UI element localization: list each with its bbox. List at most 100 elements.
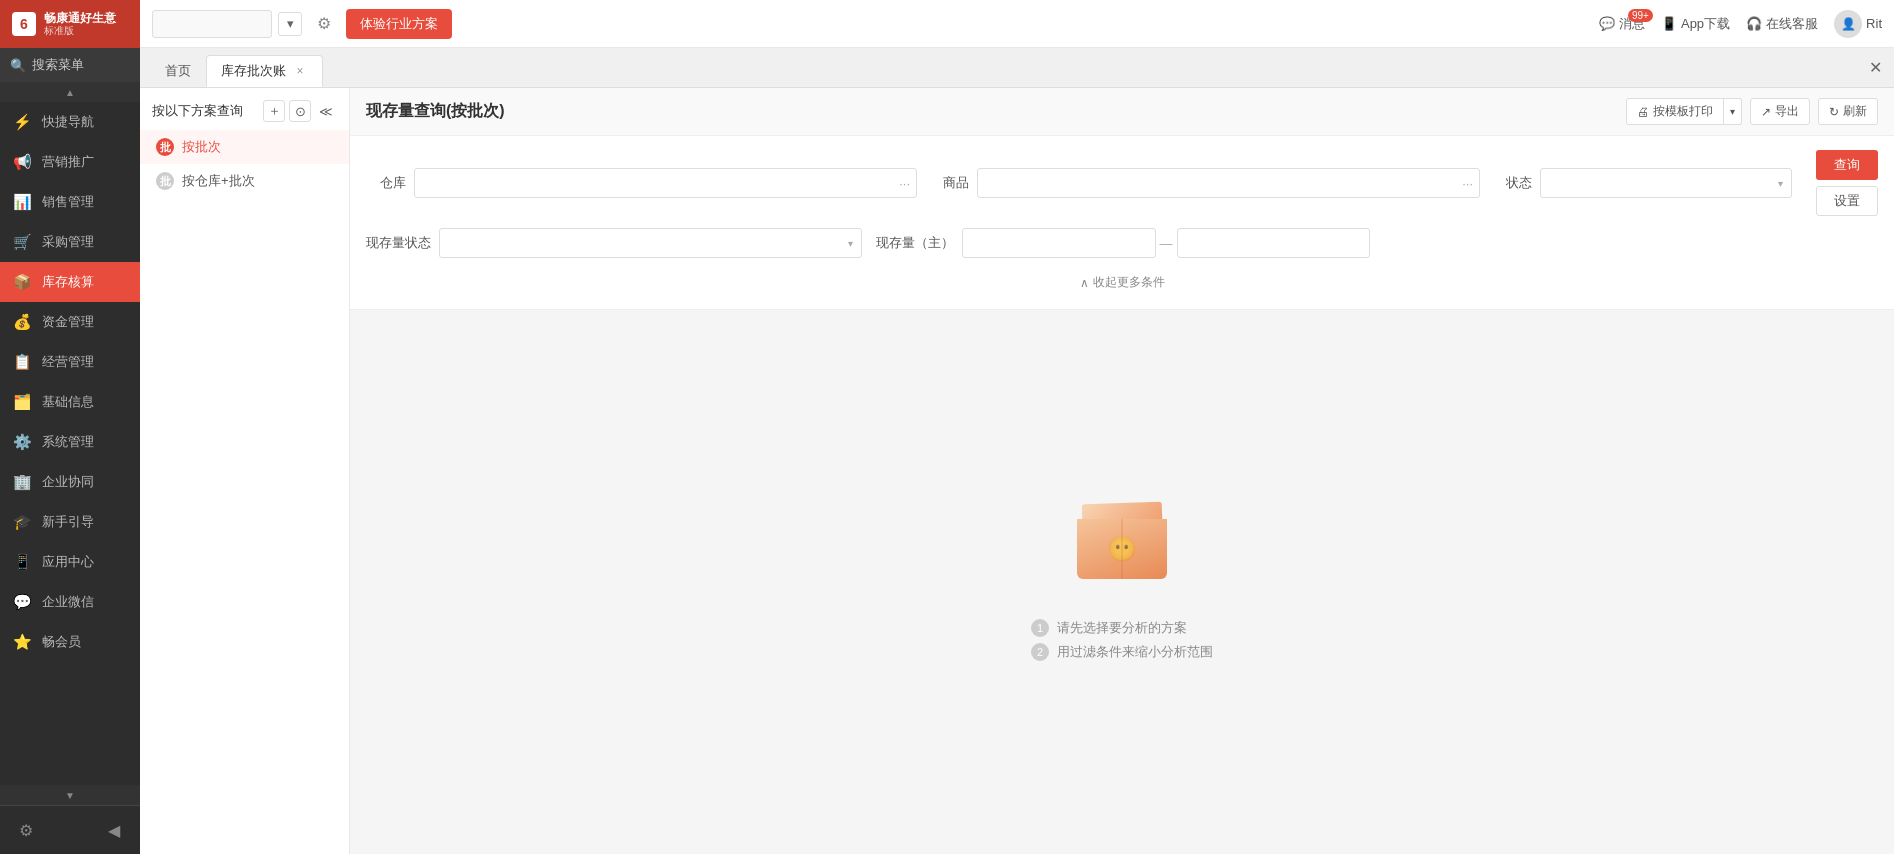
- message-badge: 99+: [1628, 9, 1653, 22]
- collapse-chevron-icon: ∧: [1080, 276, 1089, 290]
- product-input[interactable]: [978, 176, 1456, 190]
- sidebar-item-purchase[interactable]: 🛒 采购管理: [0, 222, 140, 262]
- query-actions: 查询 设置: [1816, 150, 1878, 216]
- print-template-dropdown-button[interactable]: ▾: [1724, 98, 1742, 125]
- sidebar: 6 畅康通好生意 标准版 🔍 搜索菜单 ▲ ⚡ 快捷导航 📢 营销推广 📊 销售…: [0, 0, 140, 854]
- product-label: 商品: [929, 174, 969, 192]
- settings-button[interactable]: 设置: [1816, 186, 1878, 216]
- sidebar-item-enterprise[interactable]: 🏢 企业协同: [0, 462, 140, 502]
- tab-close-icon[interactable]: ×: [292, 63, 308, 79]
- warehouse-input-wrapper: ···: [414, 168, 917, 198]
- sidebar-item-operations[interactable]: 📋 经营管理: [0, 342, 140, 382]
- tab-home[interactable]: 首页: [150, 55, 206, 87]
- sidebar-item-inventory[interactable]: 📦 库存核算: [0, 262, 140, 302]
- sidebar-item-quick-nav[interactable]: ⚡ 快捷导航: [0, 102, 140, 142]
- phone-icon: 📱: [1661, 16, 1677, 31]
- marketing-icon: 📢: [12, 152, 32, 172]
- close-all-tabs-button[interactable]: ✕: [1857, 48, 1894, 87]
- sidebar-item-sales[interactable]: 📊 销售管理: [0, 182, 140, 222]
- topbar-search-input[interactable]: [152, 10, 272, 38]
- stock-amount-label: 现存量（主）: [874, 234, 954, 252]
- trial-button[interactable]: 体验行业方案: [346, 9, 452, 39]
- print-template-group: 🖨 按模板打印 ▾: [1626, 98, 1742, 125]
- tabbar: 首页 库存批次账 × ✕: [140, 48, 1894, 88]
- app-download-button[interactable]: 📱 App下载: [1661, 15, 1730, 33]
- sidebar-footer: ⚙ ◀: [0, 805, 140, 854]
- warehouse-label: 仓库: [366, 174, 406, 192]
- user-profile[interactable]: 👤 Rit: [1834, 10, 1882, 38]
- sidebar-item-marketing[interactable]: 📢 营销推广: [0, 142, 140, 182]
- stock-status-field: 现存量状态 ▾: [366, 228, 862, 258]
- sidebar-nav: ⚡ 快捷导航 📢 营销推广 📊 销售管理 🛒 采购管理 📦 库存核算 💰 资金管…: [0, 102, 140, 785]
- filter-title: 按以下方案查询: [152, 102, 243, 120]
- scheme-settings-button[interactable]: ⊙: [289, 100, 311, 122]
- filter-actions: ＋ ⊙ ≪: [263, 100, 337, 122]
- wechat-icon: 💬: [12, 592, 32, 612]
- status-label: 状态: [1492, 174, 1532, 192]
- purchase-icon: 🛒: [12, 232, 32, 252]
- empty-illustration: 😶: [1072, 503, 1172, 603]
- headset-icon: 🎧: [1746, 16, 1762, 31]
- query-button[interactable]: 查询: [1816, 150, 1878, 180]
- warehouse-input[interactable]: [415, 176, 893, 190]
- left-panel: 按以下方案查询 ＋ ⊙ ≪ 批 按批次 批 按仓库+批次: [140, 88, 350, 854]
- collapse-sidebar-icon[interactable]: ◀: [100, 816, 128, 844]
- topbar-right: 💬 消息 99+ 📱 App下载 🎧 在线客服 👤 Rit: [1599, 10, 1882, 38]
- sidebar-item-apps[interactable]: 📱 应用中心: [0, 542, 140, 582]
- app-title: 畅康通好生意 标准版: [44, 11, 116, 37]
- quick-nav-icon: ⚡: [12, 112, 32, 132]
- stock-status-label: 现存量状态: [366, 234, 431, 252]
- sidebar-item-finance[interactable]: 💰 资金管理: [0, 302, 140, 342]
- sidebar-item-basic[interactable]: 🗂️ 基础信息: [0, 382, 140, 422]
- topbar-dropdown-button[interactable]: ▾: [278, 12, 302, 36]
- main-content: ▾ ⚙ 体验行业方案 💬 消息 99+ 📱 App下载 🎧 在线客服 👤 Rit: [140, 0, 1894, 854]
- stock-amount-max-input[interactable]: [1177, 228, 1371, 258]
- page-title-bar: 现存量查询(按批次) 🖨 按模板打印 ▾ ↗ 导出 ↻: [350, 88, 1894, 136]
- inventory-icon: 📦: [12, 272, 32, 292]
- stock-amount-field: 现存量（主） —: [874, 228, 1370, 258]
- scheme-active-icon: 批: [156, 138, 174, 156]
- refresh-icon: ↻: [1829, 105, 1839, 119]
- export-icon: ↗: [1761, 105, 1771, 119]
- page-actions: 🖨 按模板打印 ▾ ↗ 导出 ↻ 刷新: [1626, 98, 1878, 125]
- sidebar-search[interactable]: 🔍 搜索菜单: [0, 48, 140, 82]
- product-more-icon[interactable]: ···: [1456, 176, 1479, 191]
- sidebar-scroll-up[interactable]: ▲: [0, 82, 140, 102]
- system-icon: ⚙️: [12, 432, 32, 452]
- scheme-by-batch[interactable]: 批 按批次: [140, 130, 349, 164]
- sidebar-item-system[interactable]: ⚙️ 系统管理: [0, 422, 140, 462]
- app-logo: 6: [12, 12, 36, 36]
- stock-status-select[interactable]: ▾: [439, 228, 862, 258]
- sidebar-item-newbie[interactable]: 🎓 新手引导: [0, 502, 140, 542]
- export-button[interactable]: ↗ 导出: [1750, 98, 1810, 125]
- scheme-by-warehouse-batch[interactable]: 批 按仓库+批次: [140, 164, 349, 198]
- stock-amount-min-input[interactable]: [962, 228, 1156, 258]
- print-template-button[interactable]: 🖨 按模板打印: [1626, 98, 1724, 125]
- message-icon: 💬: [1599, 16, 1615, 31]
- tab-inventory-batch[interactable]: 库存批次账 ×: [206, 55, 323, 87]
- empty-state: 😶 1 请先选择要分析的方案 2: [350, 310, 1894, 854]
- stock-amount-range: —: [962, 228, 1370, 258]
- empty-tip-2: 2 用过滤条件来缩小分析范围: [1031, 643, 1213, 661]
- sidebar-item-wechat[interactable]: 💬 企业微信: [0, 582, 140, 622]
- username-label: Rit: [1866, 16, 1882, 31]
- refresh-button[interactable]: ↻ 刷新: [1818, 98, 1878, 125]
- topbar-gear-button[interactable]: ⚙: [310, 10, 338, 38]
- operations-icon: 📋: [12, 352, 32, 372]
- message-button[interactable]: 💬 消息 99+: [1599, 15, 1645, 33]
- basic-icon: 🗂️: [12, 392, 32, 412]
- sidebar-item-member[interactable]: ⭐ 畅会员: [0, 622, 140, 662]
- settings-footer-icon[interactable]: ⚙: [12, 816, 40, 844]
- sidebar-scroll-down[interactable]: ▼: [0, 785, 140, 805]
- status-select[interactable]: ▾: [1540, 168, 1792, 198]
- collapse-filter-row[interactable]: ∧ 收起更多条件: [366, 270, 1878, 295]
- online-service-button[interactable]: 🎧 在线客服: [1746, 15, 1818, 33]
- printer-icon: 🖨: [1637, 105, 1649, 119]
- collapse-left-panel-button[interactable]: ≪: [315, 100, 337, 122]
- warehouse-more-icon[interactable]: ···: [893, 176, 916, 191]
- empty-tips: 1 请先选择要分析的方案 2 用过滤条件来缩小分析范围: [1031, 619, 1213, 661]
- tip-2-number: 2: [1031, 643, 1049, 661]
- page-title: 现存量查询(按批次): [366, 101, 1626, 122]
- search-icon: 🔍: [10, 58, 26, 73]
- add-scheme-button[interactable]: ＋: [263, 100, 285, 122]
